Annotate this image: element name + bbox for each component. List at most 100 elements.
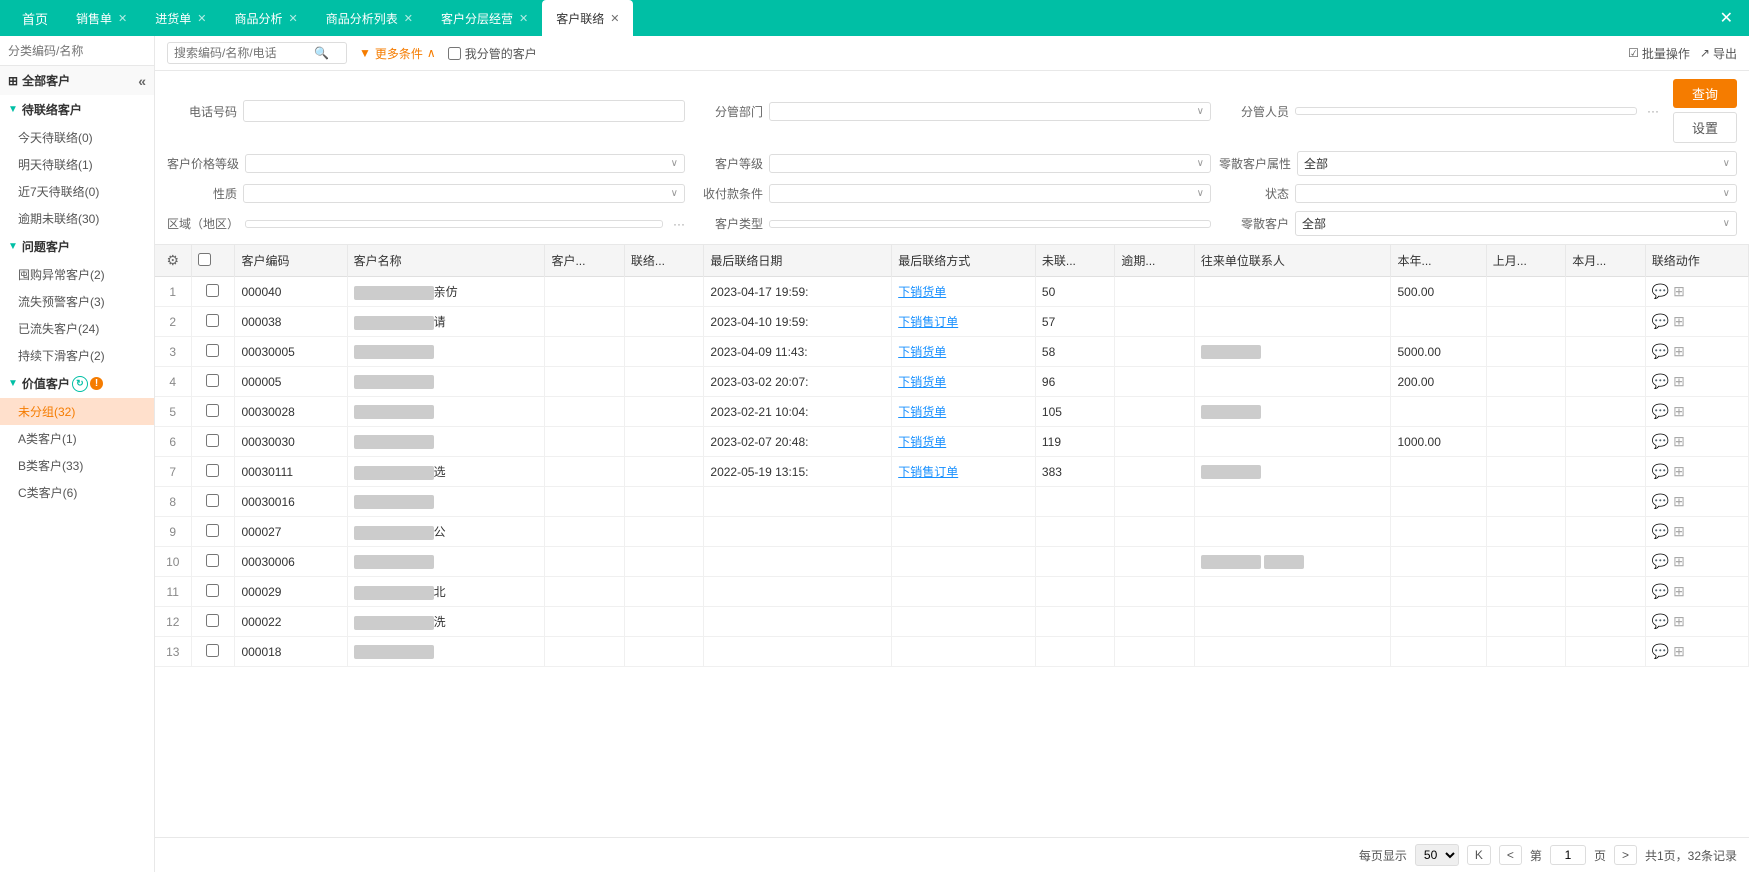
grid-icon[interactable]: ⊞ [1673,283,1685,300]
method-link[interactable]: 下销货单 [898,285,946,299]
grid-icon[interactable]: ⊞ [1673,313,1685,330]
row-check[interactable] [206,344,219,357]
grid-icon[interactable]: ⊞ [1673,493,1685,510]
sidebar-item-overdue[interactable]: 逾期未联络(30) [0,205,154,232]
row-check[interactable] [206,614,219,627]
refresh-icon[interactable]: ↻ [72,376,88,392]
row-check[interactable] [206,314,219,327]
grid-icon[interactable]: ⊞ [1673,523,1685,540]
sidebar-item-7days[interactable]: 近7天待联络(0) [0,178,154,205]
sidebar-item-lost[interactable]: 已流失客户(24) [0,315,154,342]
row-checkbox[interactable] [191,457,235,487]
close-icon[interactable]: ✕ [610,12,619,25]
customer-level-select[interactable]: ∨ [769,154,1211,173]
customer-type-select[interactable] [769,220,1211,228]
value-group-header[interactable]: ▼ 价值客户 ↻ ! [0,369,154,398]
page-size-select[interactable]: 50 [1415,844,1459,866]
method-link[interactable]: 下销售订单 [898,465,958,479]
row-check[interactable] [206,404,219,417]
query-button[interactable]: 查询 [1673,79,1737,108]
more-conditions-btn[interactable]: ▼ 更多条件 ∧ [359,45,436,62]
nav-tab-product-list[interactable]: 商品分析列表 ✕ [312,0,427,36]
all-customers-header[interactable]: ⊞ 全部客户 « [0,66,154,95]
sidebar-item-a-class[interactable]: A类客户(1) [0,425,154,452]
status-select[interactable]: ∨ [1295,184,1737,203]
last-contact-method[interactable]: 下销货单 [892,427,1036,457]
row-checkbox[interactable] [191,397,235,427]
row-check[interactable] [206,434,219,447]
method-link[interactable]: 下销货单 [898,405,946,419]
last-contact-method[interactable]: 下销货单 [892,397,1036,427]
row-check[interactable] [206,524,219,537]
last-contact-method[interactable]: 下销货单 [892,367,1036,397]
sidebar-item-ungroup[interactable]: 未分组(32) [0,398,154,425]
message-icon[interactable]: 💬 [1652,343,1669,360]
message-icon[interactable]: 💬 [1652,583,1669,600]
message-icon[interactable]: 💬 [1652,403,1669,420]
export-btn[interactable]: ↗ 导出 [1700,45,1737,62]
nav-tab-customer-contact[interactable]: 客户联络 ✕ [542,0,633,36]
last-contact-method[interactable]: 下销货单 [892,277,1036,307]
person-select[interactable] [1295,107,1637,115]
grid-icon[interactable]: ⊞ [1673,343,1685,360]
sidebar-item-abnormal[interactable]: 囤购异常客户(2) [0,261,154,288]
my-customers-checkbox[interactable]: 我分管的客户 [448,45,537,62]
search-icon[interactable]: 🔍 [314,46,329,60]
message-icon[interactable]: 💬 [1652,463,1669,480]
settings-icon[interactable]: ⚙ [166,252,179,268]
next-page-btn[interactable]: > [1614,845,1637,865]
message-icon[interactable]: 💬 [1652,553,1669,570]
row-check[interactable] [206,374,219,387]
collapse-icon[interactable]: « [138,73,146,89]
row-checkbox[interactable] [191,427,235,457]
method-link[interactable]: 下销货单 [898,375,946,389]
sidebar-item-today[interactable]: 今天待联络(0) [0,124,154,151]
message-icon[interactable]: 💬 [1652,313,1669,330]
close-icon[interactable]: ✕ [404,12,413,25]
sidebar-item-b-class[interactable]: B类客户(33) [0,452,154,479]
dept-select[interactable]: ∨ [769,102,1211,121]
close-icon[interactable]: ✕ [197,12,206,25]
last-contact-method[interactable]: 下销售订单 [892,457,1036,487]
nav-tab-product-analysis[interactable]: 商品分析 ✕ [220,0,311,36]
prev-page-btn[interactable]: < [1499,845,1522,865]
sidebar-search-input[interactable] [8,44,155,58]
grid-icon[interactable]: ⊞ [1673,373,1685,390]
nav-tab-sales[interactable]: 销售单 ✕ [62,0,141,36]
checkbox-th[interactable] [191,245,235,277]
pending-group-header[interactable]: ▼ 待联络客户 [0,95,154,124]
message-icon[interactable]: 💬 [1652,433,1669,450]
more-icon[interactable]: ··· [1647,104,1659,118]
nav-tab-purchase[interactable]: 进货单 ✕ [141,0,220,36]
page-input[interactable] [1550,845,1586,865]
message-icon[interactable]: 💬 [1652,613,1669,630]
reset-button[interactable]: 设置 [1673,112,1737,143]
grid-icon[interactable]: ⊞ [1673,613,1685,630]
row-checkbox[interactable] [191,637,235,667]
price-level-select[interactable]: ∨ [245,154,685,173]
method-link[interactable]: 下销货单 [898,435,946,449]
message-icon[interactable]: 💬 [1652,493,1669,510]
row-check[interactable] [206,554,219,567]
my-customers-check[interactable] [448,47,461,60]
close-icon[interactable]: ✕ [519,12,528,25]
grid-icon[interactable]: ⊞ [1673,583,1685,600]
message-icon[interactable]: 💬 [1652,373,1669,390]
select-all-checkbox[interactable] [198,253,211,266]
first-page-btn[interactable]: K [1467,845,1491,865]
phone-input[interactable] [243,100,685,122]
sidebar-item-declining[interactable]: 持续下滑客户(2) [0,342,154,369]
row-checkbox[interactable] [191,607,235,637]
sidebar-item-tomorrow[interactable]: 明天待联络(1) [0,151,154,178]
row-checkbox[interactable] [191,577,235,607]
row-check[interactable] [206,494,219,507]
grid-icon[interactable]: ⊞ [1673,553,1685,570]
grid-icon[interactable]: ⊞ [1673,463,1685,480]
row-checkbox[interactable] [191,367,235,397]
close-icon[interactable]: ✕ [289,12,298,25]
row-check[interactable] [206,584,219,597]
settings-th[interactable]: ⚙ [155,245,191,277]
grid-icon[interactable]: ⊞ [1673,643,1685,660]
last-contact-method[interactable]: 下销货单 [892,337,1036,367]
row-checkbox[interactable] [191,487,235,517]
